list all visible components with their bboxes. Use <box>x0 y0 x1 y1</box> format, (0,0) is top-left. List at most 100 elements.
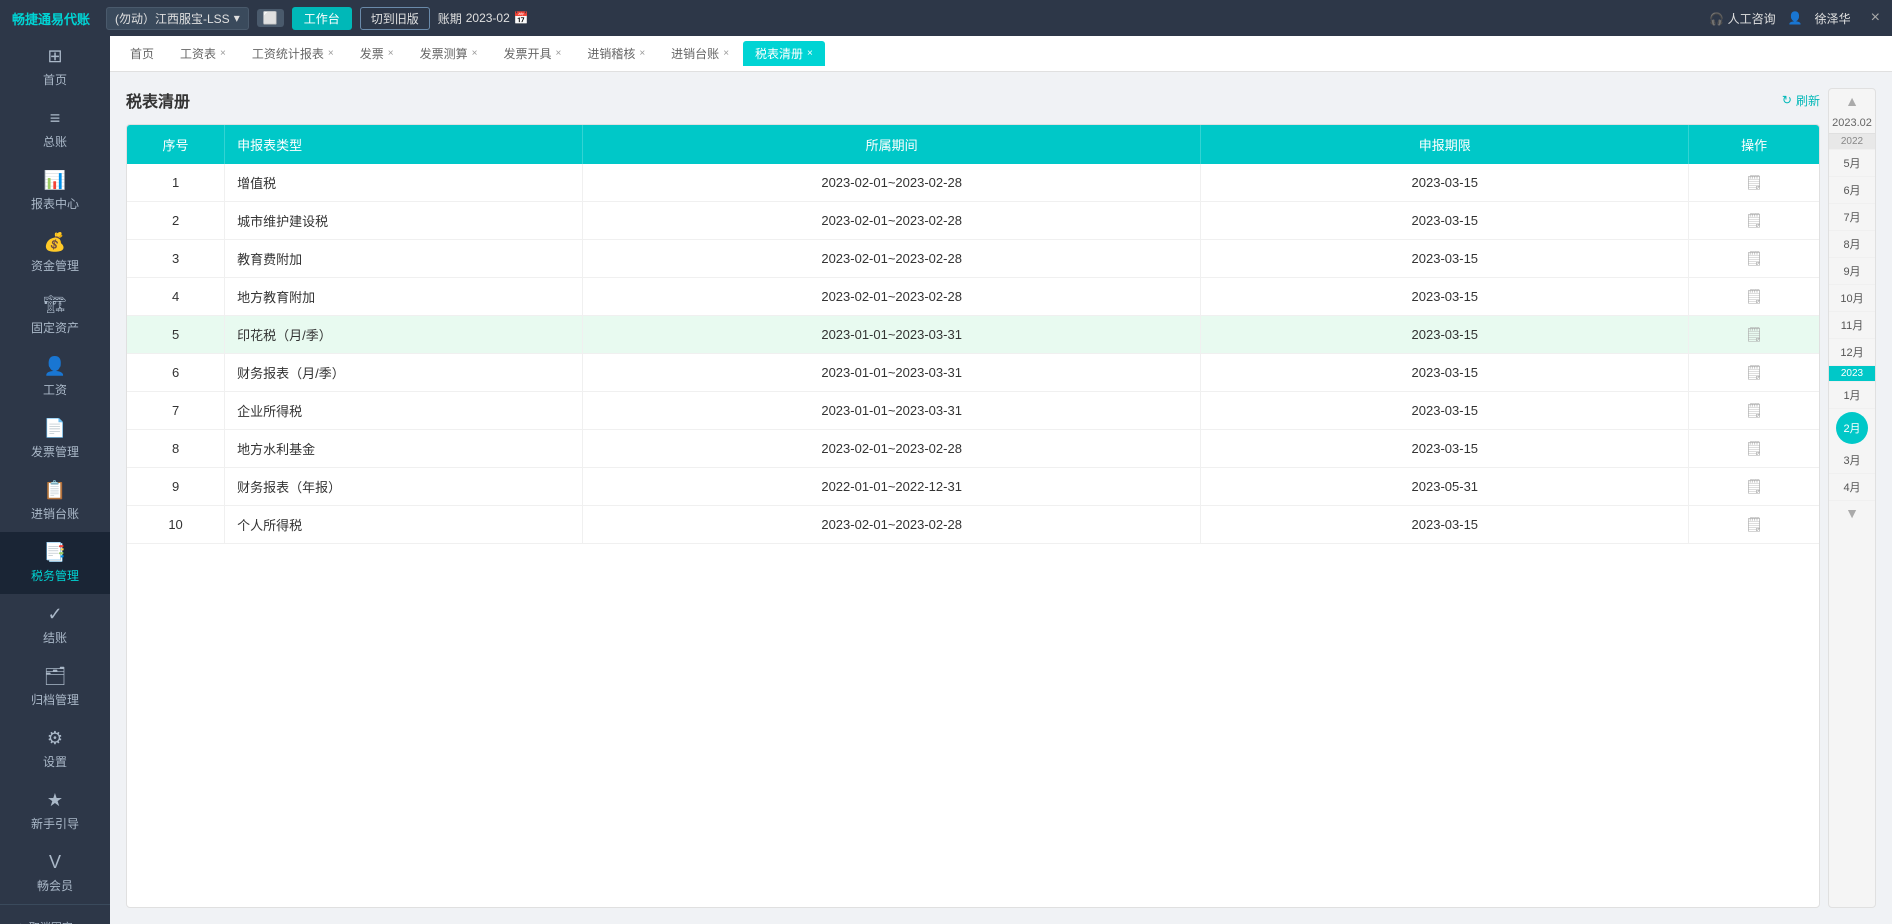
sidebar-item-invoice-mgmt[interactable]: 📄 发票管理 <box>0 408 110 470</box>
month-12[interactable]: 12月 <box>1829 339 1875 366</box>
cell-no: 8 <box>127 430 225 468</box>
col-header-no: 序号 <box>127 125 225 164</box>
topbar-close-button[interactable]: × <box>1871 9 1880 27</box>
tab-purchase-account[interactable]: 进销台账 × <box>659 41 741 66</box>
month-5[interactable]: 5月 <box>1829 150 1875 177</box>
cell-action: 🗒 <box>1689 468 1819 506</box>
sidebar-label-home: 首页 <box>43 71 67 88</box>
month-8[interactable]: 8月 <box>1829 231 1875 258</box>
month-10[interactable]: 10月 <box>1829 285 1875 312</box>
month-2023-3[interactable]: 3月 <box>1829 447 1875 474</box>
tabbar: 首页 工资表 × 工资统计报表 × 发票 × 发票测算 × 发票开具 × <box>110 36 1892 72</box>
sidebar-item-payroll[interactable]: 👤 工资 <box>0 346 110 408</box>
sidebar-item-fund-mgmt[interactable]: 💰 资金管理 <box>0 222 110 284</box>
month-7[interactable]: 7月 <box>1829 204 1875 231</box>
year-nav-down[interactable]: ▼ <box>1841 501 1863 525</box>
switch-old-button[interactable]: 切到旧版 <box>360 7 430 30</box>
sidebar-label-general-ledger: 总账 <box>43 133 67 150</box>
copy-button[interactable]: ⬜ <box>257 9 284 27</box>
month-2023-1[interactable]: 1月 <box>1829 382 1875 409</box>
cell-deadline: 2023-03-15 <box>1201 506 1689 544</box>
tab-purchase-account-close[interactable]: × <box>723 48 729 59</box>
tax-table: 序号 申报表类型 所属期间 申报期限 操作 1 增值税 2023-02-01~2… <box>127 125 1819 544</box>
action-icon-7[interactable]: 🗒 <box>1745 440 1763 456</box>
cell-type: 财务报表（月/季） <box>225 354 583 392</box>
tab-payroll-report-close[interactable]: × <box>328 48 334 59</box>
month-11[interactable]: 11月 <box>1829 312 1875 339</box>
month-2023-2[interactable]: 2月 <box>1836 412 1868 444</box>
tab-purchase-check[interactable]: 进销稽核 × <box>575 41 657 66</box>
tab-payroll-close[interactable]: × <box>220 48 226 59</box>
action-icon-1[interactable]: 🗒 <box>1745 212 1763 228</box>
calendar-icon[interactable]: 📅 <box>514 11 529 25</box>
cell-type: 印花税（月/季） <box>225 316 583 354</box>
tab-home[interactable]: 首页 <box>118 41 166 66</box>
settings-icon: ⚙ <box>47 728 63 749</box>
cell-type: 财务报表（年报） <box>225 468 583 506</box>
action-icon-3[interactable]: 🗒 <box>1745 288 1763 304</box>
tab-invoice-open[interactable]: 发票开具 × <box>491 41 573 66</box>
cell-type: 企业所得税 <box>225 392 583 430</box>
sidebar-item-settlement[interactable]: ✓ 结账 <box>0 594 110 656</box>
content-area: 首页 工资表 × 工资统计报表 × 发票 × 发票测算 × 发票开具 × <box>110 36 1892 924</box>
cell-type: 地方教育附加 <box>225 278 583 316</box>
tab-purchase-check-close[interactable]: × <box>639 48 645 59</box>
sidebar-item-member[interactable]: V 畅会员 <box>0 842 110 904</box>
cell-period: 2023-02-01~2023-02-28 <box>583 164 1201 202</box>
sidebar-item-fixed-assets[interactable]: 🏗 固定资产 <box>0 284 110 346</box>
sidebar-item-new-guide[interactable]: ★ 新手引导 <box>0 780 110 842</box>
tab-invoice-open-close[interactable]: × <box>555 48 561 59</box>
settlement-icon: ✓ <box>47 604 62 625</box>
tab-tax-register-close[interactable]: × <box>807 48 813 59</box>
cell-type: 个人所得税 <box>225 506 583 544</box>
tab-invoice-calc[interactable]: 发票测算 × <box>408 41 490 66</box>
sidebar-item-home[interactable]: ⊞ 首页 <box>0 36 110 98</box>
year-nav-up[interactable]: ▲ <box>1841 89 1863 113</box>
cell-period: 2023-02-01~2023-02-28 <box>583 506 1201 544</box>
sidebar-item-settings[interactable]: ⚙ 设置 <box>0 718 110 780</box>
month-9[interactable]: 9月 <box>1829 258 1875 285</box>
sidebar-label-fixed-assets: 固定资产 <box>31 319 79 336</box>
refresh-label: 刷新 <box>1796 92 1820 109</box>
sidebar-bottom: ◄ 取消固定 <box>0 904 110 924</box>
home-icon: ⊞ <box>47 46 62 67</box>
action-icon-8[interactable]: 🗒 <box>1745 478 1763 494</box>
action-icon-5[interactable]: 🗒 <box>1745 364 1763 380</box>
tab-payroll-report[interactable]: 工资统计报表 × <box>240 41 346 66</box>
action-icon-2[interactable]: 🗒 <box>1745 250 1763 266</box>
tab-tax-register[interactable]: 税表清册 × <box>743 41 825 66</box>
cell-action: 🗒 <box>1689 392 1819 430</box>
sidebar-item-general-ledger[interactable]: ≡ 总账 <box>0 98 110 160</box>
app-logo: 畅捷通易代账 <box>12 9 90 28</box>
cell-no: 4 <box>127 278 225 316</box>
tab-payroll-report-label: 工资统计报表 <box>252 45 324 62</box>
sidebar-item-report-center[interactable]: 📊 报表中心 <box>0 160 110 222</box>
action-icon-4[interactable]: 🗒 <box>1745 326 1763 342</box>
table-row: 1 增值税 2023-02-01~2023-02-28 2023-03-15 🗒 <box>127 164 1819 202</box>
sidebar-item-archive-mgmt[interactable]: 🗂 归档管理 <box>0 656 110 718</box>
tab-invoice-calc-close[interactable]: × <box>472 48 478 59</box>
action-icon-6[interactable]: 🗒 <box>1745 402 1763 418</box>
cell-deadline: 2023-03-15 <box>1201 202 1689 240</box>
unpin-button[interactable]: ◄ 取消固定 <box>4 913 106 924</box>
company-selector[interactable]: (勿动）江西服宝-LSS ▾ <box>106 7 249 30</box>
month-2023-4[interactable]: 4月 <box>1829 474 1875 501</box>
action-icon-9[interactable]: 🗒 <box>1745 516 1763 532</box>
topbar-right: 🎧 人工咨询 👤 徐泽华 × <box>1709 9 1880 27</box>
user-service[interactable]: 🎧 人工咨询 <box>1709 10 1775 27</box>
tab-purchase-account-label: 进销台账 <box>671 45 719 62</box>
tab-payroll[interactable]: 工资表 × <box>168 41 238 66</box>
workbench-button[interactable]: 工作台 <box>292 7 352 30</box>
cell-period: 2023-01-01~2023-03-31 <box>583 392 1201 430</box>
sidebar-item-purchase-ledger[interactable]: 📋 进销台账 <box>0 470 110 532</box>
month-6[interactable]: 6月 <box>1829 177 1875 204</box>
sidebar-label-invoice-mgmt: 发票管理 <box>31 443 79 460</box>
refresh-button[interactable]: ↻ 刷新 <box>1782 92 1820 109</box>
cell-period: 2023-01-01~2023-03-31 <box>583 354 1201 392</box>
tab-invoice-close[interactable]: × <box>388 48 394 59</box>
tab-invoice[interactable]: 发票 × <box>348 41 406 66</box>
action-icon-0[interactable]: 🗒 <box>1745 174 1763 190</box>
cell-period: 2023-02-01~2023-02-28 <box>583 278 1201 316</box>
sidebar-item-tax-mgmt[interactable]: 📑 税务管理 <box>0 532 110 594</box>
sidebar-label-payroll: 工资 <box>43 381 67 398</box>
